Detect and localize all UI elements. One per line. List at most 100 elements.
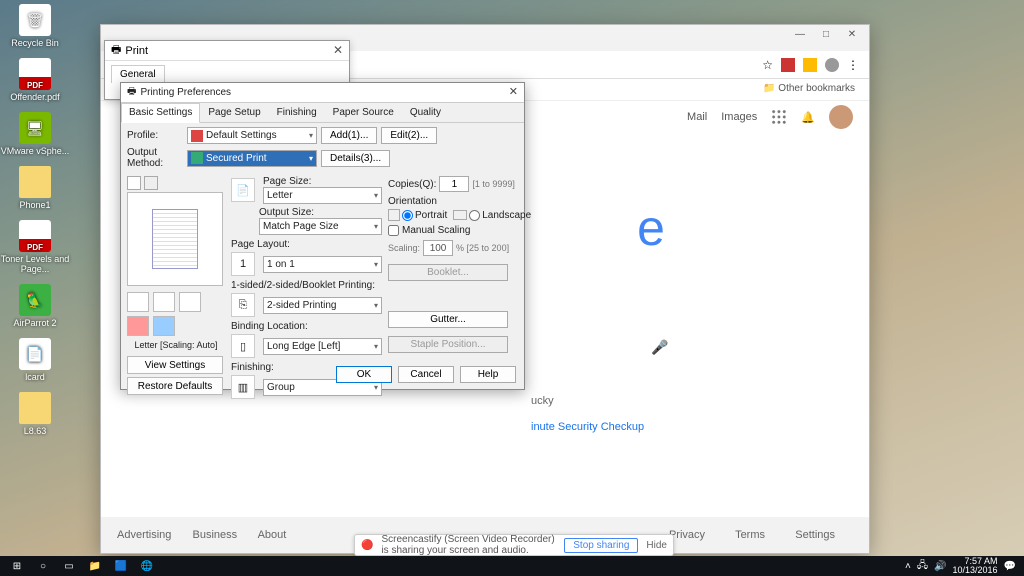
avatar[interactable] [829,105,853,129]
desktop-icon-phone1[interactable]: Phone1 [0,166,70,210]
security-checkup-link[interactable]: inute Security Checkup [531,421,644,433]
view-mode-2[interactable] [144,176,158,190]
scaling-input [423,240,453,256]
restore-defaults-button[interactable]: Restore Defaults [127,377,223,395]
output-method-select[interactable]: Secured Print [187,150,317,167]
portrait-icon [388,209,400,221]
copies-hint: [1 to 9999] [472,179,515,189]
desktop-icon-recycle-bin[interactable]: 🗑Recycle Bin [0,4,70,48]
printing-preferences-dialog: Printing Preferences ✕ Basic Settings Pa… [120,82,525,390]
taskbar-app-1[interactable]: 🟦 [108,556,134,576]
other-bookmarks[interactable]: 📁 Other bookmarks [763,83,855,94]
mic-icon[interactable] [651,339,669,357]
extension-icon-2[interactable] [803,58,817,72]
preview-mode-icons [127,292,225,312]
tab-finishing[interactable]: Finishing [269,103,325,122]
lucky-button-fragment[interactable]: ucky [531,395,554,407]
taskbar-clock[interactable]: 7:57 AM10/13/2016 [953,557,998,575]
start-button[interactable]: ⊞ [4,556,30,576]
view-settings-button[interactable]: View Settings [127,356,223,374]
extension-icon-1[interactable] [781,58,795,72]
profile-label: Profile: [127,130,183,141]
ok-button[interactable]: OK [336,366,392,383]
portrait-option[interactable]: Portrait [388,209,447,221]
close-button[interactable]: ✕ [841,29,863,47]
prefs-close-button[interactable]: ✕ [509,85,518,98]
help-button[interactable]: Help [460,366,516,383]
task-view-button[interactable]: ▭ [56,556,82,576]
footer-business[interactable]: Business [192,529,237,541]
footer-settings[interactable]: Settings [795,529,835,541]
mode-icon-3[interactable] [179,292,201,312]
tray-up-icon[interactable]: ˄ [905,561,911,572]
landscape-option[interactable]: Landscape [453,210,531,221]
layout-icon: 1 [231,252,255,276]
footer-privacy[interactable]: Privacy [669,529,705,541]
tray-notifications-icon[interactable]: 💬 [1004,561,1016,572]
details-button[interactable]: Details(3)... [321,150,390,167]
edit-profile-button[interactable]: Edit(2)... [381,127,437,144]
tab-paper-source[interactable]: Paper Source [325,103,402,122]
page-size-select[interactable]: Letter [263,187,382,204]
preview-caption: Letter [Scaling: Auto] [127,340,225,350]
mode-icon-2[interactable] [153,292,175,312]
booklet-button: Booklet... [388,264,508,281]
profile-icon [191,130,203,142]
apps-icon[interactable] [771,109,787,125]
desktop-icon-vmware[interactable]: 🖥VMware vSphe... [0,112,70,156]
footer-advertising[interactable]: Advertising [117,529,171,541]
binding-label: Binding Location: [231,321,382,332]
copies-input[interactable] [439,176,469,192]
desktop-icon-pdf-2[interactable]: PDFToner Levels and Page... [0,220,70,274]
footer-terms[interactable]: Terms [735,529,765,541]
manual-scaling-check[interactable]: Manual Scaling [388,225,518,236]
desktop-icon-lcard[interactable]: 📄lcard [0,338,70,382]
taskbar: ⊞ ○ ▭ 📁 🟦 🌐 ˄ 🖧 🔊 7:57 AM10/13/2016 💬 [0,556,1024,576]
mode-icon-4[interactable] [127,316,149,336]
footer-about[interactable]: About [258,529,287,541]
binding-select[interactable]: Long Edge [Left] [263,338,382,355]
print-dialog-close[interactable]: ✕ [333,43,343,57]
tray-network-icon[interactable]: 🖧 [917,558,928,575]
print-tab-general[interactable]: General [111,65,165,83]
profile-select[interactable]: Default Settings [187,127,317,144]
view-mode-1[interactable] [127,176,141,190]
gutter-button[interactable]: Gutter... [388,311,508,328]
notifications-icon[interactable]: 🔔 [801,111,815,124]
page-size-label: Page Size: [263,176,382,187]
nav-images[interactable]: Images [721,111,757,123]
mode-icon-5[interactable] [153,316,175,336]
maximize-button[interactable]: □ [815,29,837,47]
desktop-icon-l863[interactable]: L8.63 [0,392,70,436]
print-dialog-title: Print [105,41,349,61]
tab-page-setup[interactable]: Page Setup [200,103,268,122]
duplex-select[interactable]: 2-sided Printing [263,297,382,314]
cancel-button[interactable]: Cancel [398,366,454,383]
screencastify-icon: 🔴 [361,540,373,551]
star-icon[interactable]: ☆ [762,58,773,72]
add-profile-button[interactable]: Add(1)... [321,127,377,144]
stop-sharing-button[interactable]: Stop sharing [564,538,638,553]
extension-icon-3[interactable] [825,58,839,72]
tab-quality[interactable]: Quality [402,103,449,122]
banner-text: Screencastify (Screen Video Recorder) is… [381,534,556,556]
tab-basic-settings[interactable]: Basic Settings [121,103,200,123]
desktop-icon-airparrot[interactable]: 🦜AirParrot 2 [0,284,70,328]
page-layout-select[interactable]: 1 on 1 [263,256,382,273]
tray-volume-icon[interactable]: 🔊 [934,561,946,572]
cortana-button[interactable]: ○ [30,556,56,576]
taskbar-chrome[interactable]: 🌐 [134,556,160,576]
page-layout-label: Page Layout: [231,239,382,250]
google-nav: Mail Images 🔔 [687,105,853,129]
taskbar-explorer[interactable]: 📁 [82,556,108,576]
output-size-select[interactable]: Match Page Size [259,218,382,235]
finishing-icon: ▥ [231,375,255,399]
minimize-button[interactable]: — [789,29,811,47]
orientation-label: Orientation [388,196,518,207]
menu-icon[interactable]: ⋮ [847,58,859,72]
mode-icon-1[interactable] [127,292,149,312]
hide-banner-button[interactable]: Hide [646,540,667,551]
staple-button: Staple Position... [388,336,508,353]
desktop-icon-pdf-1[interactable]: PDFOffender.pdf [0,58,70,102]
nav-mail[interactable]: Mail [687,111,707,123]
